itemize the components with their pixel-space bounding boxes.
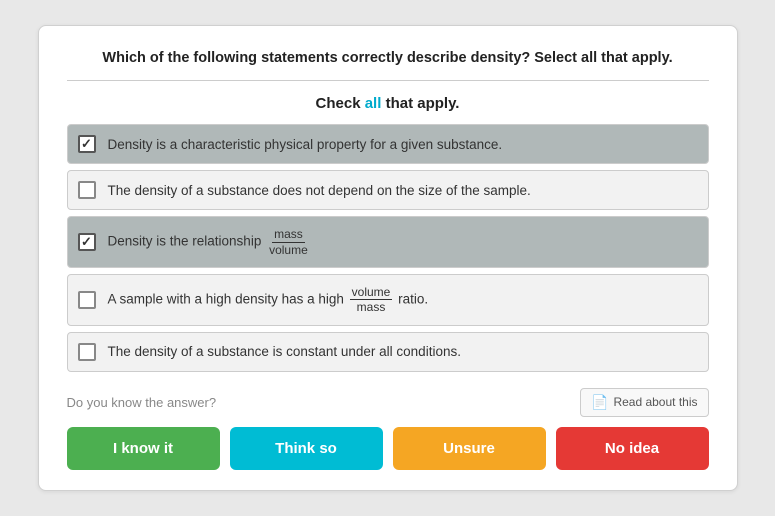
option-text-4: A sample with a high density has a high …: [108, 285, 698, 315]
checkbox-5[interactable]: [78, 343, 96, 361]
option-text-5: The density of a substance is constant u…: [108, 344, 698, 359]
option-text-3: Density is the relationship mass volume: [108, 227, 698, 257]
checkbox-4[interactable]: [78, 291, 96, 309]
document-icon: 📄: [591, 394, 608, 411]
option-row-4[interactable]: A sample with a high density has a high …: [67, 274, 709, 326]
quiz-card: Which of the following statements correc…: [38, 25, 738, 491]
option-row-3[interactable]: ✓ Density is the relationship mass volum…: [67, 216, 709, 268]
fraction-3: mass volume: [267, 227, 310, 257]
subheading: Check all that apply.: [67, 95, 709, 112]
checkbox-2[interactable]: [78, 181, 96, 199]
option-row-2[interactable]: The density of a substance does not depe…: [67, 170, 709, 210]
do-you-know-label: Do you know the answer?: [67, 395, 217, 410]
action-buttons: I know it Think so Unsure No idea: [67, 427, 709, 470]
know-it-button[interactable]: I know it: [67, 427, 220, 470]
option-text-2: The density of a substance does not depe…: [108, 183, 698, 198]
checkbox-1[interactable]: ✓: [78, 135, 96, 153]
read-about-button[interactable]: 📄 Read about this: [580, 388, 709, 417]
checkmark-1: ✓: [81, 136, 92, 152]
footer-row: Do you know the answer? 📄 Read about thi…: [67, 388, 709, 417]
fraction-4: volume mass: [350, 285, 393, 315]
think-so-button[interactable]: Think so: [230, 427, 383, 470]
checkmark-3: ✓: [81, 234, 92, 250]
option-text-1: Density is a characteristic physical pro…: [108, 137, 698, 152]
checkbox-3[interactable]: ✓: [78, 233, 96, 251]
question-text: Which of the following statements correc…: [67, 50, 709, 66]
option-row-5[interactable]: The density of a substance is constant u…: [67, 332, 709, 372]
no-idea-button[interactable]: No idea: [556, 427, 709, 470]
unsure-button[interactable]: Unsure: [393, 427, 546, 470]
divider: [67, 80, 709, 81]
option-row-1[interactable]: ✓ Density is a characteristic physical p…: [67, 124, 709, 164]
